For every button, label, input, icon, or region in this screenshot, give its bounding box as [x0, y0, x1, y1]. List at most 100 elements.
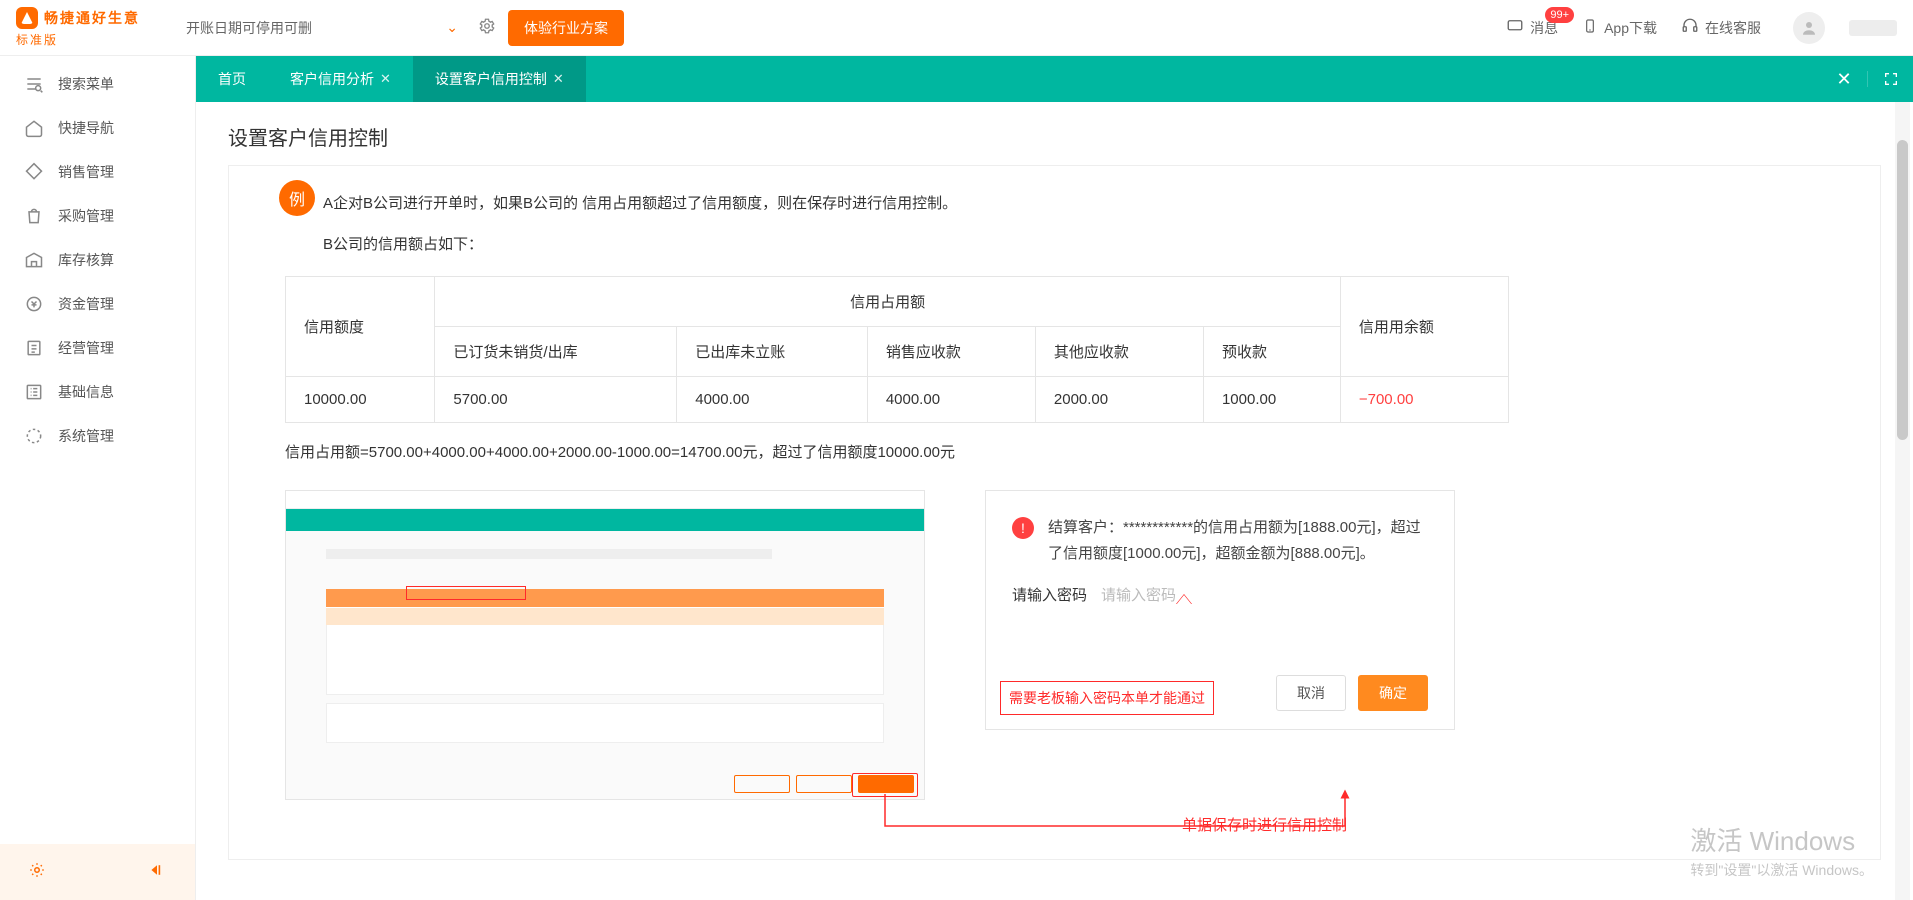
brand-name: 畅捷通好生意 [44, 8, 140, 28]
th-sub: 销售应收款 [867, 327, 1035, 377]
form-icon [24, 382, 44, 402]
experience-industry-button[interactable]: 体验行业方案 [508, 10, 624, 46]
th-sub: 已订货未销货/出库 [435, 327, 677, 377]
th-balance: 信用用余额 [1340, 277, 1508, 377]
th-quota: 信用额度 [286, 277, 435, 377]
user-name-placeholder [1849, 20, 1897, 36]
th-sub: 其他应收款 [1035, 327, 1203, 377]
th-sub: 已出库未立账 [677, 327, 868, 377]
logo-icon [16, 7, 38, 29]
sidebar-label: 采购管理 [58, 206, 114, 226]
headset-icon [1681, 17, 1699, 38]
sidebar-item-inventory[interactable]: 库存核算 [0, 238, 195, 282]
topbar: 畅捷通好生意 标准版 开账日期可停用可删 ⌄ 体验行业方案 消息 99+ App… [0, 0, 1913, 56]
messages-link[interactable]: 消息 99+ [1506, 17, 1558, 38]
cell-negative: −700.00 [1340, 377, 1508, 423]
password-label: 请输入密码 [1012, 584, 1087, 605]
password-callout: 需要老板输入密码本单才能通过 [1000, 681, 1214, 715]
tab-bar: 首页 客户信用分析 ✕ 设置客户信用控制 ✕ ✕ [196, 56, 1913, 102]
sidebar-item-sales[interactable]: 销售管理 [0, 150, 195, 194]
sidebar-label: 快捷导航 [58, 118, 114, 138]
coin-icon [24, 294, 44, 314]
sidebar-label: 库存核算 [58, 250, 114, 270]
brand-logo: 畅捷通好生意 标准版 [16, 7, 186, 48]
confirm-button[interactable]: 确定 [1358, 675, 1428, 711]
user-avatar[interactable] [1793, 12, 1825, 44]
close-icon[interactable]: ✕ [380, 71, 391, 87]
th-occupy: 信用占用额 [435, 277, 1340, 327]
tag-icon [24, 162, 44, 182]
brand-edition: 标准版 [16, 31, 58, 48]
content-area: 设置客户信用控制 例 A企对B公司进行开单时，如果B公司的 信用占用额超过了信用… [196, 102, 1913, 900]
customer-service-label: 在线客服 [1705, 18, 1761, 38]
example-line-2: B公司的信用额占如下： [323, 231, 957, 258]
doc-panel: 例 A企对B公司进行开单时，如果B公司的 信用占用额超过了信用额度，则在保存时进… [228, 165, 1881, 860]
message-icon [1506, 17, 1524, 38]
callout-pointer-icon [1176, 595, 1192, 605]
accounting-date-selector[interactable]: 开账日期可停用可删 ⌄ [186, 18, 466, 38]
tab-credit-analysis[interactable]: 客户信用分析 ✕ [268, 56, 413, 102]
chevron-down-icon: ⌄ [446, 19, 458, 36]
table-row: 10000.00 5700.00 4000.00 4000.00 2000.00… [286, 377, 1509, 423]
app-download-link[interactable]: App下载 [1582, 18, 1657, 38]
example-line-1: A企对B公司进行开单时，如果B公司的 信用占用额超过了信用额度，则在保存时进行信… [323, 190, 957, 217]
sidebar-footer [0, 844, 195, 900]
sidebar-item-purchase[interactable]: 采购管理 [0, 194, 195, 238]
tab-credit-control[interactable]: 设置客户信用控制 ✕ [413, 56, 586, 102]
connector-caption: 单据保存时进行信用控制 [705, 814, 1824, 835]
credit-table: 信用额度 信用占用额 信用用余额 已订货未销货/出库 已出库未立账 销售应收款 … [285, 276, 1509, 423]
sidebar-item-quicknav[interactable]: 快捷导航 [0, 106, 195, 150]
tab-home[interactable]: 首页 [196, 56, 268, 102]
close-all-tabs-icon[interactable]: ✕ [1821, 69, 1867, 90]
sidebar-label: 基础信息 [58, 382, 114, 402]
main: 首页 客户信用分析 ✕ 设置客户信用控制 ✕ ✕ 设置客户信用控制 例 [196, 56, 1913, 900]
vertical-scrollbar[interactable] [1895, 102, 1910, 900]
close-icon[interactable]: ✕ [553, 71, 564, 87]
scroll-thumb[interactable] [1897, 140, 1908, 440]
home-icon [24, 118, 44, 138]
cell: 1000.00 [1203, 377, 1340, 423]
sidebar-label: 销售管理 [58, 162, 114, 182]
date-select-label: 开账日期可停用可删 [186, 18, 312, 38]
example-badge: 例 [279, 180, 315, 216]
sidebar-item-system[interactable]: 系统管理 [0, 414, 195, 458]
sidebar: 搜索菜单 快捷导航 销售管理 采购管理 库存核算 资金管理 [0, 56, 196, 900]
page-title: 设置客户信用控制 [228, 122, 1881, 151]
sidebar-item-finance[interactable]: 资金管理 [0, 282, 195, 326]
cancel-button[interactable]: 取消 [1276, 675, 1346, 711]
illustration-row: ! 结算客户：************的信用占用额为[1888.00元]，超过了… [285, 490, 1824, 800]
footer-gear-icon[interactable] [28, 861, 46, 884]
sidebar-label: 经营管理 [58, 338, 114, 358]
sidebar-item-basicinfo[interactable]: 基础信息 [0, 370, 195, 414]
date-field-highlight [406, 586, 526, 600]
fullscreen-icon[interactable] [1867, 71, 1913, 87]
collapse-sidebar-icon[interactable] [147, 862, 167, 883]
password-input[interactable]: 请输入密码 [1101, 584, 1176, 605]
watermark-line2: 转到"设置"以激活 Windows。 [1690, 860, 1873, 880]
bag-icon [24, 206, 44, 226]
sidebar-item-operations[interactable]: 经营管理 [0, 326, 195, 370]
cell: 4000.00 [867, 377, 1035, 423]
app-download-label: App下载 [1604, 18, 1657, 38]
sidebar-label: 资金管理 [58, 294, 114, 314]
watermark-line1: 激活 Windows [1690, 821, 1873, 858]
sidebar-label: 系统管理 [58, 426, 114, 446]
settings-gear-icon[interactable] [478, 17, 496, 38]
doc-icon [24, 338, 44, 358]
warning-icon: ! [1012, 517, 1034, 539]
customer-service-link[interactable]: 在线客服 [1681, 17, 1761, 38]
tab-label: 设置客户信用控制 [435, 69, 547, 89]
cell: 5700.00 [435, 377, 677, 423]
cell: 4000.00 [677, 377, 868, 423]
credit-warning-dialog: ! 结算客户：************的信用占用额为[1888.00元]，超过了… [985, 490, 1455, 730]
cell: 2000.00 [1035, 377, 1203, 423]
cell: 10000.00 [286, 377, 435, 423]
sidebar-item-search[interactable]: 搜索菜单 [0, 62, 195, 106]
gear-icon [24, 426, 44, 446]
messages-badge: 99+ [1545, 7, 1574, 23]
th-sub: 预收款 [1203, 327, 1340, 377]
search-icon [24, 74, 44, 94]
topbar-actions: 消息 99+ App下载 在线客服 [1506, 12, 1897, 44]
credit-formula: 信用占用额=5700.00+4000.00+4000.00+2000.00-10… [285, 441, 1824, 462]
tab-label: 客户信用分析 [290, 69, 374, 89]
